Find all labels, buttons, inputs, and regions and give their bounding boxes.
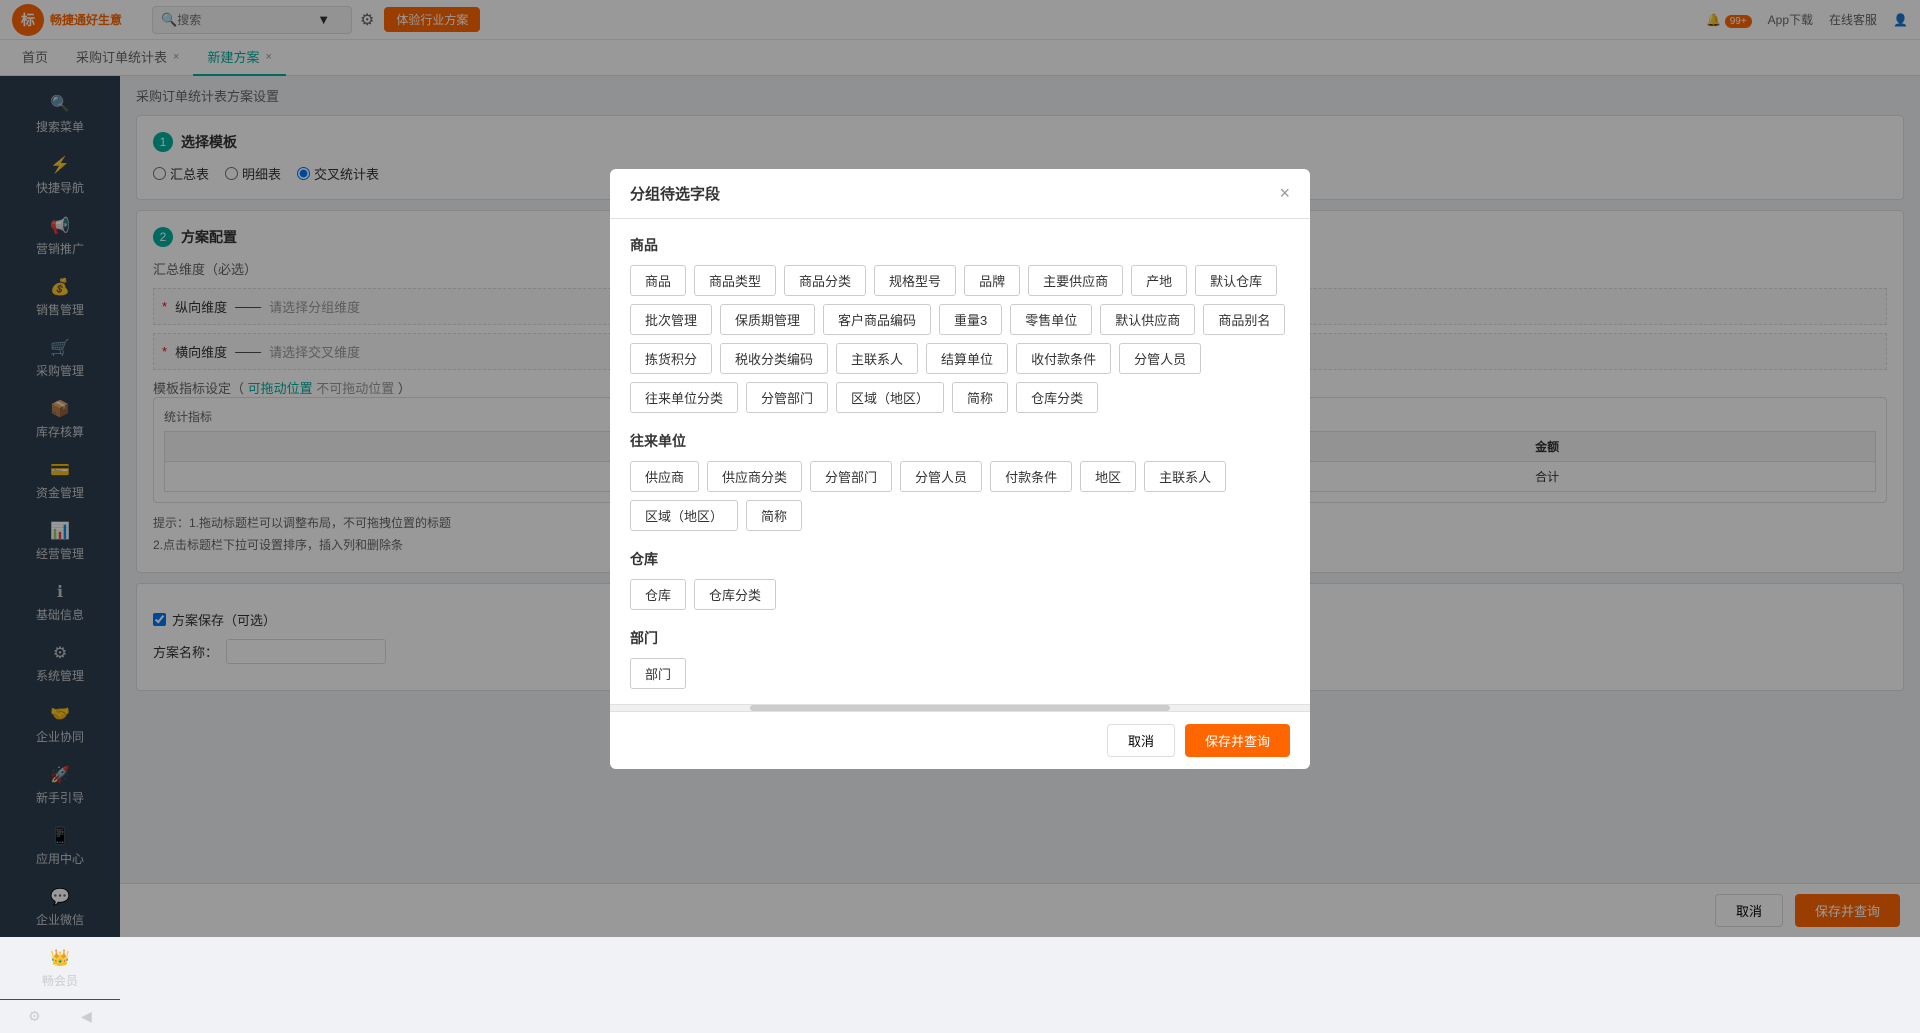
sidebar-settings-button[interactable]: ⚙ — [28, 1008, 41, 1025]
field-tag[interactable]: 产地 — [1131, 265, 1187, 296]
field-tag[interactable]: 付款条件 — [990, 461, 1072, 492]
field-tag[interactable]: 部门 — [630, 658, 686, 689]
field-tag[interactable]: 商品别名 — [1203, 304, 1285, 335]
field-tag[interactable]: 收付款条件 — [1016, 343, 1111, 374]
modal-close-icon[interactable]: × — [1279, 183, 1290, 204]
modal-body: 商品 商品 商品类型 商品分类 规格型号 品牌 主要供应商 产地 默认仓库 批次… — [610, 219, 1310, 704]
field-tag[interactable]: 分管人员 — [1119, 343, 1201, 374]
modal-overlay: 分组待选字段 × 商品 商品 商品类型 商品分类 规格型号 品牌 主要供应商 产… — [0, 0, 1920, 937]
field-tags-partner: 供应商 供应商分类 分管部门 分管人员 付款条件 地区 主联系人 区域（地区） … — [630, 461, 1290, 531]
field-tag[interactable]: 主联系人 — [836, 343, 918, 374]
field-tag[interactable]: 仓库 — [630, 579, 686, 610]
field-tag[interactable]: 仓库分类 — [1016, 382, 1098, 413]
field-tag[interactable]: 仓库分类 — [694, 579, 776, 610]
field-group-warehouse: 仓库 仓库 仓库分类 — [630, 549, 1290, 610]
field-tag[interactable]: 区域（地区） — [836, 382, 944, 413]
field-tag[interactable]: 分管部门 — [810, 461, 892, 492]
modal-cancel-button[interactable]: 取消 — [1107, 724, 1175, 757]
field-tag[interactable]: 重量3 — [939, 304, 1002, 335]
sidebar-item-vip[interactable]: 👑 畅会员 — [0, 938, 120, 999]
field-tag[interactable]: 结算单位 — [926, 343, 1008, 374]
field-tag[interactable]: 默认供应商 — [1100, 304, 1195, 335]
vip-icon: 👑 — [50, 948, 70, 968]
field-tag[interactable]: 零售单位 — [1010, 304, 1092, 335]
field-tags-dept: 部门 — [630, 658, 1290, 689]
modal-title: 分组待选字段 — [630, 183, 720, 204]
modal-footer: 取消 保存并查询 — [610, 711, 1310, 769]
field-tag[interactable]: 商品 — [630, 265, 686, 296]
field-group-product: 商品 商品 商品类型 商品分类 规格型号 品牌 主要供应商 产地 默认仓库 批次… — [630, 235, 1290, 413]
field-tag[interactable]: 往来单位分类 — [630, 382, 738, 413]
field-tag[interactable]: 规格型号 — [874, 265, 956, 296]
field-tag[interactable]: 分管部门 — [746, 382, 828, 413]
field-group-partner: 往来单位 供应商 供应商分类 分管部门 分管人员 付款条件 地区 主联系人 区域… — [630, 431, 1290, 531]
field-tags-product: 商品 商品类型 商品分类 规格型号 品牌 主要供应商 产地 默认仓库 批次管理 … — [630, 265, 1290, 413]
field-tag[interactable]: 主联系人 — [1144, 461, 1226, 492]
field-tag[interactable]: 简称 — [746, 500, 802, 531]
field-group-dept: 部门 部门 — [630, 628, 1290, 689]
field-tag[interactable]: 保质期管理 — [720, 304, 815, 335]
field-tag[interactable]: 供应商分类 — [707, 461, 802, 492]
field-tag[interactable]: 商品分类 — [784, 265, 866, 296]
field-tag[interactable]: 简称 — [952, 382, 1008, 413]
field-select-modal: 分组待选字段 × 商品 商品 商品类型 商品分类 规格型号 品牌 主要供应商 产… — [610, 169, 1310, 769]
field-tag[interactable]: 地区 — [1080, 461, 1136, 492]
modal-confirm-button[interactable]: 保存并查询 — [1185, 724, 1290, 757]
field-tag[interactable]: 分管人员 — [900, 461, 982, 492]
field-tag[interactable]: 税收分类编码 — [720, 343, 828, 374]
field-tag[interactable]: 默认仓库 — [1195, 265, 1277, 296]
field-tag[interactable]: 客户商品编码 — [823, 304, 931, 335]
field-tag[interactable]: 拣货积分 — [630, 343, 712, 374]
field-group-product-title: 商品 — [630, 235, 1290, 255]
modal-header: 分组待选字段 × — [610, 169, 1310, 219]
field-group-warehouse-title: 仓库 — [630, 549, 1290, 569]
field-tag[interactable]: 供应商 — [630, 461, 699, 492]
modal-horizontal-scrollbar[interactable] — [610, 704, 1310, 711]
field-tag[interactable]: 品牌 — [964, 265, 1020, 296]
field-tag[interactable]: 商品类型 — [694, 265, 776, 296]
field-group-partner-title: 往来单位 — [630, 431, 1290, 451]
field-tag[interactable]: 批次管理 — [630, 304, 712, 335]
field-tags-warehouse: 仓库 仓库分类 — [630, 579, 1290, 610]
sidebar-collapse-button[interactable]: ◀ — [81, 1008, 92, 1025]
field-tag[interactable]: 区域（地区） — [630, 500, 738, 531]
sidebar-bottom: ⚙ ◀ — [0, 999, 120, 1033]
field-group-dept-title: 部门 — [630, 628, 1290, 648]
field-tag[interactable]: 主要供应商 — [1028, 265, 1123, 296]
